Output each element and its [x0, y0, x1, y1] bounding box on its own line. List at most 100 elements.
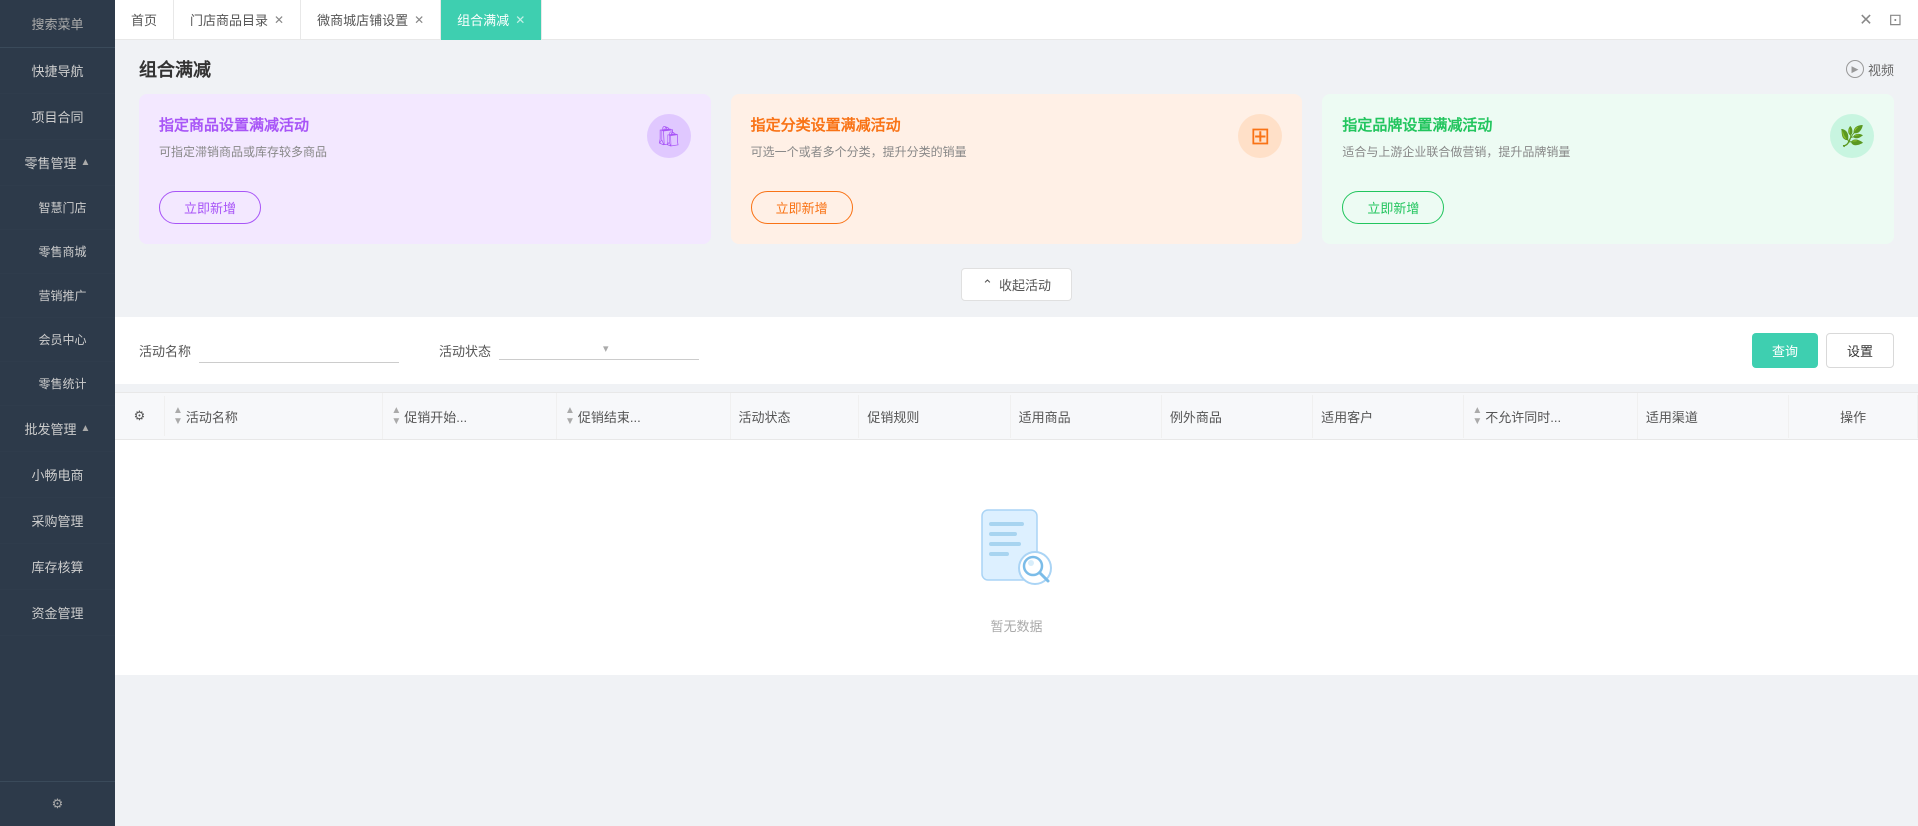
sidebar-item-label: 零售商城	[38, 243, 86, 260]
sidebar-item-label: 智慧门店	[38, 199, 86, 216]
th-goods: 适用商品	[1011, 395, 1162, 438]
th-end-label: 促销结束...	[578, 407, 641, 426]
table-wrap: ⚙ ▲▼ 活动名称 ▲▼ 促销开始... ▲▼ 促销结束... 活动状态	[115, 392, 1918, 675]
settings-button[interactable]: ⚙	[0, 781, 115, 826]
tab-bar: 首页 门店商品目录 ✕ 微商城店铺设置 ✕ 组合满减 ✕ ✕ ⊡	[115, 0, 1918, 40]
sidebar-item-wholesale[interactable]: 批发管理 ▲	[0, 406, 115, 452]
chevron-down-icon: ▲	[81, 423, 91, 434]
th-name-label: 活动名称	[186, 407, 238, 426]
sidebar-item-label: 零售管理	[25, 153, 77, 172]
sidebar-item-finance[interactable]: 资金管理	[0, 590, 115, 636]
sidebar-item-retail-mall[interactable]: 零售商城	[0, 230, 115, 274]
sidebar-item-project-contract[interactable]: 项目合同	[0, 94, 115, 140]
tab-combo-discount[interactable]: 组合满减 ✕	[441, 0, 542, 40]
tab-store-catalog-label: 门店商品目录	[190, 10, 268, 29]
page-title: 组合满减	[139, 56, 211, 82]
tab-store-catalog[interactable]: 门店商品目录 ✕	[174, 0, 301, 40]
th-notallow[interactable]: ▲▼ 不允许同时...	[1464, 393, 1638, 439]
sidebar-item-inventory[interactable]: 库存核算	[0, 544, 115, 590]
card-category-add-button[interactable]: 立即新增	[751, 191, 853, 224]
th-goods-label: 适用商品	[1019, 407, 1071, 426]
sidebar-item-smart-store[interactable]: 智慧门店	[0, 186, 115, 230]
th-notallow-label: 不允许同时...	[1485, 407, 1561, 426]
card-brand-discount: 🌿 指定品牌设置满减活动 适合与上游企业联合做营销，提升品牌销量 立即新增	[1322, 94, 1894, 244]
collapse-bar: ⌃ 收起活动	[115, 260, 1918, 317]
sidebar-item-label: 项目合同	[31, 107, 83, 126]
th-start-label: 促销开始...	[404, 407, 467, 426]
activity-status-label: 活动状态	[439, 341, 491, 360]
th-action: 操作	[1789, 395, 1918, 438]
sidebar-item-xichang[interactable]: 小畅电商	[0, 452, 115, 498]
main-area: 首页 门店商品目录 ✕ 微商城店铺设置 ✕ 组合满减 ✕ ✕ ⊡ 组合满减 ▶ …	[115, 0, 1918, 826]
th-action-label: 操作	[1840, 407, 1866, 426]
activity-status-field: 活动状态 ▾	[439, 341, 699, 360]
maximize-window-button[interactable]: ⊡	[1885, 6, 1906, 34]
th-customer: 适用客户	[1313, 395, 1464, 438]
sort-icon: ▲▼	[391, 405, 401, 427]
close-icon[interactable]: ✕	[414, 13, 424, 27]
play-icon: ▶	[1846, 60, 1864, 78]
card-category-discount: ⊞ 指定分类设置满减活动 可选一个或者多个分类，提升分类的销量 立即新增	[731, 94, 1303, 244]
close-icon[interactable]: ✕	[515, 13, 525, 27]
th-channel: 适用渠道	[1638, 395, 1789, 438]
query-button[interactable]: 查询	[1752, 333, 1818, 368]
gear-icon: ⚙	[134, 408, 146, 424]
sidebar-item-retail-stats[interactable]: 零售统计	[0, 362, 115, 406]
sidebar-item-label: 库存核算	[31, 557, 83, 576]
th-channel-label: 适用渠道	[1646, 407, 1698, 426]
sidebar: 搜索菜单 快捷导航 项目合同 零售管理 ▲ 智慧门店 零售商城 营销推广 会员中…	[0, 0, 115, 826]
collapse-button[interactable]: ⌃ 收起活动	[961, 268, 1072, 301]
chevron-down-icon: ▾	[603, 342, 699, 355]
th-exception: 例外商品	[1162, 395, 1313, 438]
setting-button[interactable]: 设置	[1826, 333, 1894, 368]
sidebar-item-retail-management[interactable]: 零售管理 ▲	[0, 140, 115, 186]
chevron-up-icon: ⌃	[982, 277, 993, 293]
tab-home[interactable]: 首页	[115, 0, 174, 40]
cards-area: 🛍 指定商品设置满减活动 可指定滞销商品或库存较多商品 立即新增 ⊞ 指定分类设…	[115, 94, 1918, 260]
search-actions: 查询 设置	[1752, 333, 1894, 368]
th-gear[interactable]: ⚙	[115, 396, 165, 436]
th-end[interactable]: ▲▼ 促销结束...	[557, 393, 731, 439]
sort-icon: ▲▼	[173, 405, 183, 427]
sidebar-item-label: 资金管理	[31, 603, 83, 622]
activity-status-select[interactable]: ▾	[499, 342, 699, 360]
activity-name-input[interactable]	[199, 339, 399, 363]
sidebar-item-member-center[interactable]: 会员中心	[0, 318, 115, 362]
activity-name-label: 活动名称	[139, 341, 191, 360]
sidebar-search[interactable]: 搜索菜单	[0, 0, 115, 48]
sidebar-item-label: 采购管理	[31, 511, 83, 530]
close-icon[interactable]: ✕	[274, 13, 284, 27]
sidebar-item-label: 零售统计	[38, 375, 86, 392]
card-brand-desc: 适合与上游企业联合做营销，提升品牌销量	[1342, 143, 1874, 175]
sidebar-item-purchase[interactable]: 采购管理	[0, 498, 115, 544]
tab-combo-discount-label: 组合满减	[457, 10, 509, 29]
tab-wechat-settings[interactable]: 微商城店铺设置 ✕	[301, 0, 441, 40]
card-category-desc: 可选一个或者多个分类，提升分类的销量	[751, 143, 1283, 175]
empty-text: 暂无数据	[990, 616, 1042, 635]
product-icon: 🛍	[647, 114, 691, 158]
search-area: 活动名称 活动状态 ▾ 查询 设置	[115, 317, 1918, 384]
sidebar-item-label: 快捷导航	[31, 61, 83, 80]
empty-state: 暂无数据	[115, 440, 1918, 675]
th-status: 活动状态	[731, 395, 860, 438]
th-status-label: 活动状态	[739, 407, 791, 426]
card-brand-add-button[interactable]: 立即新增	[1342, 191, 1444, 224]
collapse-label: 收起活动	[999, 275, 1051, 294]
card-category-title: 指定分类设置满减活动	[751, 114, 1283, 135]
page-header: 组合满减 ▶ 视频	[115, 40, 1918, 94]
th-name[interactable]: ▲▼ 活动名称	[165, 393, 383, 439]
tab-actions: ✕ ⊡	[1843, 6, 1918, 34]
th-exception-label: 例外商品	[1170, 407, 1222, 426]
sidebar-item-label: 批发管理	[25, 419, 77, 438]
card-product-title: 指定商品设置满减活动	[159, 114, 691, 135]
video-button[interactable]: ▶ 视频	[1846, 60, 1894, 79]
activity-name-field: 活动名称	[139, 339, 399, 363]
th-rule-label: 促销规则	[867, 407, 919, 426]
th-start[interactable]: ▲▼ 促销开始...	[383, 393, 557, 439]
sidebar-item-label: 营销推广	[38, 287, 86, 304]
th-customer-label: 适用客户	[1321, 407, 1373, 426]
sidebar-item-marketing[interactable]: 营销推广	[0, 274, 115, 318]
sidebar-item-quick-nav[interactable]: 快捷导航	[0, 48, 115, 94]
restore-window-button[interactable]: ✕	[1855, 6, 1876, 34]
card-product-add-button[interactable]: 立即新增	[159, 191, 261, 224]
